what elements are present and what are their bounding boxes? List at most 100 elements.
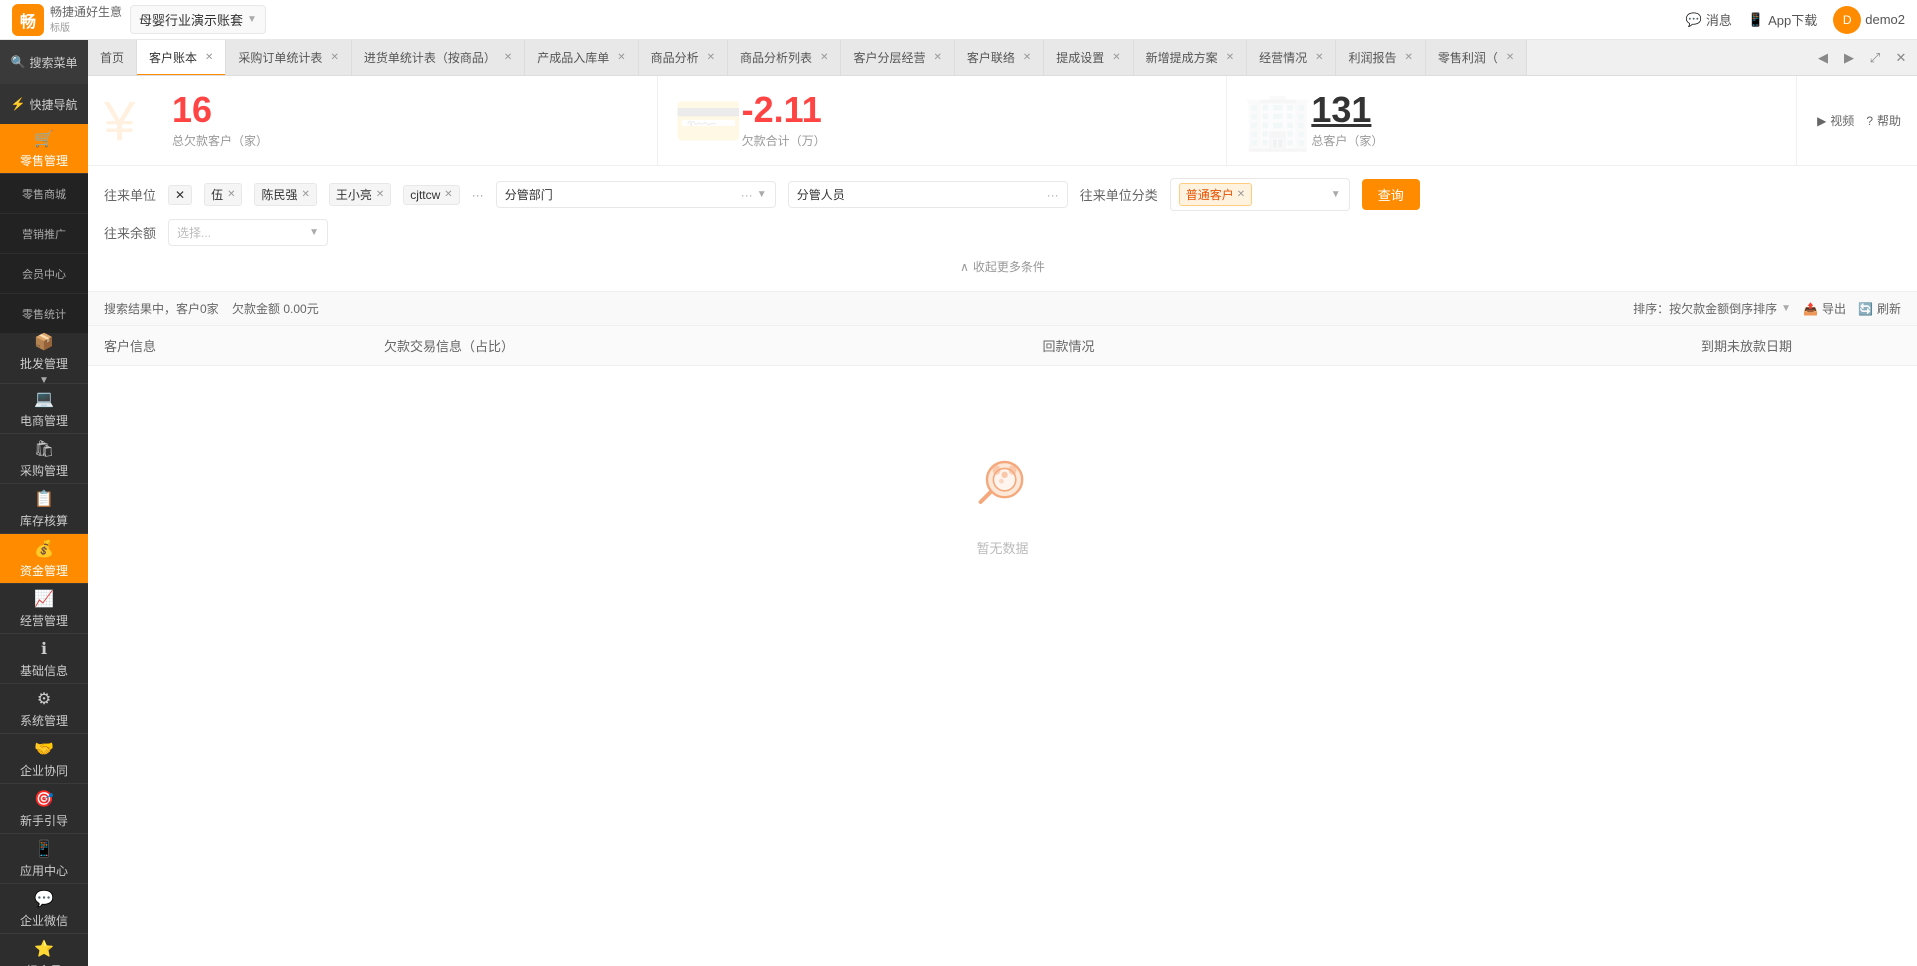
video-btn[interactable]: ▶ 视频 xyxy=(1817,112,1854,129)
tab-purchase-order-label: 采购订单统计表 xyxy=(238,49,322,66)
sidebar-quick-nav-btn[interactable]: ⚡ 快捷导航 xyxy=(0,84,88,124)
filter-person-select[interactable]: 分管人员 ··· xyxy=(788,181,1068,208)
filter-unit-type-close[interactable]: ✕ xyxy=(1237,189,1245,200)
sidebar-search-btn[interactable]: 🔍 搜索菜单 xyxy=(0,40,88,84)
sidebar-item-purchase-label: 采购管理 xyxy=(20,462,68,479)
tab-operation-status-close[interactable]: ✕ xyxy=(1315,52,1323,63)
sidebar-item-app-center[interactable]: 📱 应用中心 xyxy=(0,834,88,884)
tab-new-raise-plan-close[interactable]: ✕ xyxy=(1226,52,1234,63)
refresh-btn[interactable]: 🔄 刷新 xyxy=(1858,300,1901,317)
tab-instock-stats-close[interactable]: ✕ xyxy=(504,52,512,63)
filter-tag-cjttcw[interactable]: cjttcw ✕ xyxy=(403,185,459,205)
sidebar-item-ecommerce[interactable]: 💻 电商管理 xyxy=(0,384,88,434)
user-menu[interactable]: D demo2 xyxy=(1833,6,1905,34)
sidebar-sub-mall-label: 零售商城 xyxy=(22,186,66,202)
sidebar-item-system[interactable]: ⚙ 系统管理 xyxy=(0,684,88,734)
finance-icon: 💰 xyxy=(34,539,54,559)
tab-profit-report-close[interactable]: ✕ xyxy=(1405,52,1413,63)
tab-purchase-order[interactable]: 采购订单统计表 ✕ xyxy=(226,40,351,76)
query-btn[interactable]: 查询 xyxy=(1362,179,1420,210)
tabs-scroll-right[interactable]: ▶ xyxy=(1837,46,1861,70)
message-btn[interactable]: 💬 消息 xyxy=(1686,10,1732,29)
stat-bg-icon-debt: 💳 xyxy=(674,88,744,154)
app-download-btn[interactable]: 📱 App下载 xyxy=(1748,10,1817,29)
tabs-close-all[interactable]: ✕ xyxy=(1889,46,1913,70)
sidebar-sub-item-member[interactable]: 会员中心 xyxy=(0,254,88,294)
filter-unit-type-label: 往来单位分类 xyxy=(1080,185,1158,204)
empty-state-text: 暂无数据 xyxy=(976,538,1028,557)
tab-purchase-order-close[interactable]: ✕ xyxy=(330,52,338,63)
filter-tag-cjttcw-close[interactable]: ✕ xyxy=(444,189,452,200)
filter-dept-select[interactable]: 分管部门 ··· ▼ xyxy=(496,181,776,208)
filter-tags-more[interactable]: ··· xyxy=(472,188,484,202)
tab-customer-segment[interactable]: 客户分层经营 ✕ xyxy=(841,40,954,76)
help-btn[interactable]: ? 帮助 xyxy=(1866,112,1901,129)
filter-tag-chen-close[interactable]: ✕ xyxy=(302,189,310,200)
filter-tag-wang[interactable]: 王小亮 ✕ xyxy=(329,183,391,206)
tab-retail-profit-close[interactable]: ✕ xyxy=(1506,52,1514,63)
filter-unit-label: 往来单位 xyxy=(104,185,156,204)
sidebar-item-operations[interactable]: 📈 经营管理 xyxy=(0,584,88,634)
sidebar-item-wholesale[interactable]: 📦 批发管理 ▼ xyxy=(0,334,88,384)
tab-product-analysis-list-close[interactable]: ✕ xyxy=(820,52,828,63)
tab-raise-settings[interactable]: 提成设置 ✕ xyxy=(1044,40,1133,76)
stat-debt-label: 欠款合计（万） xyxy=(742,132,1203,149)
filter-tag-wang-close[interactable]: ✕ xyxy=(376,189,384,200)
collapse-btn[interactable]: ∧ 收起更多条件 xyxy=(956,254,1049,279)
tab-product-analysis[interactable]: 商品分析 ✕ xyxy=(639,40,728,76)
tab-new-raise-plan[interactable]: 新增提成方案 ✕ xyxy=(1134,40,1247,76)
sidebar-sub-item-stats[interactable]: 零售统计 xyxy=(0,294,88,334)
sidebar-item-enterprise-coop[interactable]: 🤝 企业协同 xyxy=(0,734,88,784)
sidebar-item-new-guide-label: 新手引导 xyxy=(20,812,68,829)
filter-balance-placeholder: 选择... xyxy=(177,224,211,241)
tab-home[interactable]: 首页 xyxy=(88,40,137,76)
result-summary: 搜索结果中，客户0家 欠款金额 0.00元 xyxy=(104,300,319,317)
tab-retail-profit[interactable]: 零售利润（ ✕ xyxy=(1426,40,1527,76)
filter-unit-type-select[interactable]: 普通客户 ✕ ▼ xyxy=(1170,178,1350,211)
tab-instock-stats[interactable]: 进货单统计表（按商品） ✕ xyxy=(352,40,525,76)
sidebar-item-finance[interactable]: 💰 资金管理 xyxy=(0,534,88,584)
logo-area: 畅 畅捷通好生意 标版 xyxy=(12,4,122,36)
tab-product-analysis-list[interactable]: 商品分析列表 ✕ xyxy=(728,40,841,76)
sidebar-quick-nav-label: 快捷导航 xyxy=(29,96,77,113)
sidebar-item-enterprise-wechat[interactable]: 💬 企业微信 xyxy=(0,884,88,934)
filter-unit-type-tag[interactable]: 普通客户 ✕ xyxy=(1179,183,1252,206)
tab-retail-profit-label: 零售利润（ xyxy=(1438,49,1498,66)
sidebar-item-vip-member[interactable]: ⭐ 畅会员 xyxy=(0,934,88,966)
sidebar-item-app-center-label: 应用中心 xyxy=(20,862,68,879)
tab-customer-contact[interactable]: 客户联络 ✕ xyxy=(955,40,1044,76)
sidebar-item-retail-mgmt[interactable]: 🛒 零售管理 xyxy=(0,124,88,174)
tab-cost-stock[interactable]: 产成品入库单 ✕ xyxy=(525,40,638,76)
sort-btn[interactable]: 排序：按欠款金额倒序排序 ▼ xyxy=(1633,300,1791,317)
tab-customer-account-close[interactable]: ✕ xyxy=(205,52,213,63)
tab-customer-segment-label: 客户分层经营 xyxy=(853,49,925,66)
tab-new-raise-plan-label: 新增提成方案 xyxy=(1146,49,1218,66)
sidebar-item-new-guide[interactable]: 🎯 新手引导 xyxy=(0,784,88,834)
tab-customer-account[interactable]: 客户账本 ✕ xyxy=(137,40,226,76)
ecommerce-icon: 💻 xyxy=(34,389,54,409)
filter-tag-wu[interactable]: 伍 ✕ xyxy=(204,183,242,206)
filter-dept-more-icon: ··· xyxy=(741,188,753,202)
retail-icon: 🛒 xyxy=(34,129,54,149)
sidebar-item-inventory[interactable]: 📋 库存核算 xyxy=(0,484,88,534)
chevron-up-icon: ∧ xyxy=(960,260,969,274)
tab-product-analysis-close[interactable]: ✕ xyxy=(707,52,715,63)
tab-customer-contact-close[interactable]: ✕ xyxy=(1023,52,1031,63)
tab-cost-stock-close[interactable]: ✕ xyxy=(617,52,625,63)
filter-tag-chen[interactable]: 陈民强 ✕ xyxy=(254,183,316,206)
filter-balance-select[interactable]: 选择... ▼ xyxy=(168,219,328,246)
sidebar-item-purchase[interactable]: 🛍 采购管理 xyxy=(0,434,88,484)
tab-raise-settings-close[interactable]: ✕ xyxy=(1112,52,1120,63)
filter-tag-wu-close[interactable]: ✕ xyxy=(227,189,235,200)
export-btn[interactable]: 📤 导出 xyxy=(1803,300,1846,317)
tab-profit-report[interactable]: 利润报告 ✕ xyxy=(1336,40,1425,76)
sidebar-sub-item-marketing[interactable]: 营销推广 xyxy=(0,214,88,254)
tab-operation-status[interactable]: 经营情况 ✕ xyxy=(1247,40,1336,76)
industry-selector[interactable]: 母婴行业演示账套 ▼ xyxy=(130,5,266,34)
sidebar-sub-item-mall[interactable]: 零售商城 xyxy=(0,174,88,214)
tab-customer-segment-close[interactable]: ✕ xyxy=(933,52,941,63)
sidebar-item-basic-info[interactable]: ℹ 基础信息 xyxy=(0,634,88,684)
sidebar-search-label: 搜索菜单 xyxy=(29,54,77,71)
tabs-expand[interactable]: ⤢ xyxy=(1863,46,1887,70)
tabs-scroll-left[interactable]: ◀ xyxy=(1811,46,1835,70)
